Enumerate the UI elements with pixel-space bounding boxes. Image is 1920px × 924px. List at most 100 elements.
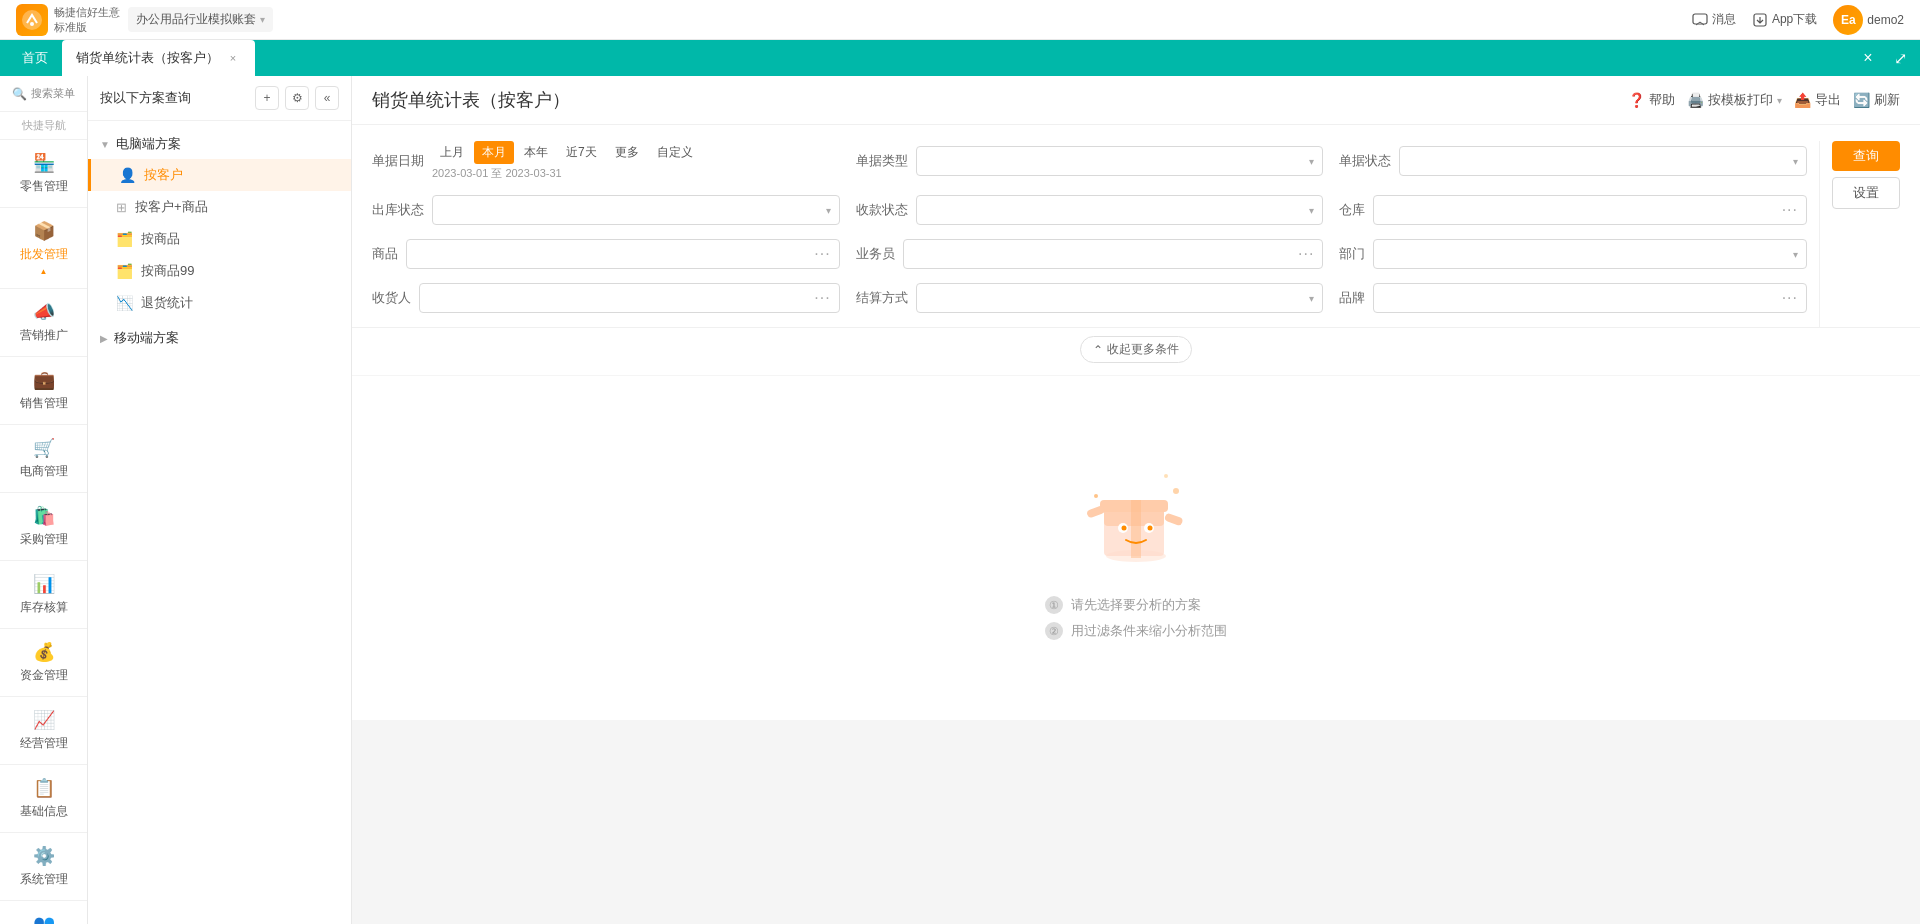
tab-close-icon[interactable]: ×: [225, 50, 241, 66]
brand-input[interactable]: ···: [1373, 283, 1807, 313]
print-label: 按模板打印: [1708, 91, 1773, 109]
export-button[interactable]: 📤 导出: [1794, 91, 1841, 109]
out-status-field: 出库状态 ▾: [372, 195, 840, 225]
date-tab-last-month[interactable]: 上月: [432, 141, 472, 164]
app-download-button[interactable]: App下载: [1752, 11, 1817, 28]
message-icon: [1692, 12, 1708, 28]
query-section: 单据日期 上月 本月 本年 近7天 更多 自定义: [352, 125, 1920, 327]
salesperson-input[interactable]: ···: [903, 239, 1324, 269]
tab-close-button[interactable]: ×: [1856, 46, 1880, 70]
help-button[interactable]: ❓ 帮助: [1628, 91, 1675, 109]
sidebar-retail-label: 零售管理: [20, 178, 68, 195]
refresh-label: 刷新: [1874, 91, 1900, 109]
date-tab-custom[interactable]: 自定义: [649, 141, 701, 164]
tree-group-desktop-label: 电脑端方案: [116, 135, 181, 153]
date-tab-this-year[interactable]: 本年: [516, 141, 556, 164]
settlement-input[interactable]: ▾: [916, 283, 1324, 313]
message-button[interactable]: 消息: [1692, 11, 1736, 28]
tab-home[interactable]: 首页: [8, 40, 62, 76]
tree-item-by-customer[interactable]: 👤 按客户: [88, 159, 351, 191]
receiver-input[interactable]: ···: [419, 283, 840, 313]
sidebar-item-ecommerce[interactable]: 🛒 电商管理: [0, 425, 87, 493]
tree-group-mobile-header[interactable]: ▶ 移动端方案: [88, 323, 351, 353]
out-status-input[interactable]: ▾: [432, 195, 840, 225]
salesperson-label: 业务员: [856, 245, 895, 263]
tree-group-mobile: ▶ 移动端方案: [88, 323, 351, 353]
download-icon: [1752, 12, 1768, 28]
query-row-4: 收货人 ··· 结算方式 ▾: [372, 283, 1807, 313]
sidebar-sales-label: 销售管理: [20, 395, 68, 412]
date-tab-more[interactable]: 更多: [607, 141, 647, 164]
receipt-status-input[interactable]: ▾: [916, 195, 1324, 225]
filter-tree: ▼ 电脑端方案 👤 按客户 ⊞ 按客户+商品 🗂️ 按商品: [88, 121, 351, 365]
receipt-status-field: 收款状态 ▾: [856, 195, 1324, 225]
doc-status-input[interactable]: ▾: [1399, 146, 1807, 176]
sidebar: 🔍 搜索菜单 快捷导航 🏪 零售管理 📦 批发管理 ▲ 📣 营销推广 💼 销售管…: [0, 76, 88, 924]
refresh-button[interactable]: 🔄 刷新: [1853, 91, 1900, 109]
sidebar-item-basic[interactable]: 📋 基础信息: [0, 765, 87, 833]
sidebar-item-inventory[interactable]: 📊 库存核算: [0, 561, 87, 629]
search-label: 搜索菜单: [31, 86, 75, 101]
settings-scheme-button[interactable]: ⚙: [285, 86, 309, 110]
sidebar-system-label: 系统管理: [20, 871, 68, 888]
sidebar-item-enterprise[interactable]: 👥 企业协同: [0, 901, 87, 924]
sidebar-item-wholesale[interactable]: 📦 批发管理 ▲: [0, 208, 87, 289]
query-fields: 单据日期 上月 本月 本年 近7天 更多 自定义: [372, 141, 1807, 327]
logo-text: 畅捷信好生意 标准版: [54, 5, 120, 34]
tree-item-by-goods99[interactable]: 🗂️ 按商品99: [88, 255, 351, 287]
dept-arrow-icon: ▾: [1793, 249, 1798, 260]
svg-point-16: [1173, 488, 1179, 494]
sidebar-item-sales[interactable]: 💼 销售管理: [0, 357, 87, 425]
query-button[interactable]: 查询: [1832, 141, 1900, 171]
industry-selector[interactable]: 办公用品行业模拟账套 ▾: [128, 7, 273, 32]
add-scheme-button[interactable]: +: [255, 86, 279, 110]
sidebar-item-system[interactable]: ⚙️ 系统管理: [0, 833, 87, 901]
user-profile[interactable]: Ea demo2: [1833, 5, 1904, 35]
warehouse-input[interactable]: ···: [1373, 195, 1807, 225]
logo-area: 畅捷信好生意 标准版: [16, 4, 120, 36]
tree-item-by-goods-label: 按商品: [141, 230, 180, 248]
tree-group-desktop: ▼ 电脑端方案 👤 按客户 ⊞ 按客户+商品 🗂️ 按商品: [88, 129, 351, 319]
date-tab-7days[interactable]: 近7天: [558, 141, 605, 164]
goods-field: 商品 ···: [372, 239, 840, 269]
svg-point-11: [1122, 526, 1127, 531]
settings-button[interactable]: 设置: [1832, 177, 1900, 209]
print-button[interactable]: 🖨️ 按模板打印 ▾: [1687, 91, 1782, 109]
page-actions: ❓ 帮助 🖨️ 按模板打印 ▾ 📤 导出 🔄 刷新: [1628, 91, 1900, 109]
sidebar-item-purchase[interactable]: 🛍️ 采购管理: [0, 493, 87, 561]
customer-scheme-icon: 👤: [119, 167, 136, 183]
tree-item-by-customer-goods[interactable]: ⊞ 按客户+商品: [88, 191, 351, 223]
tree-item-by-goods[interactable]: 🗂️ 按商品: [88, 223, 351, 255]
date-tab-this-month[interactable]: 本月: [474, 141, 514, 164]
tab-expand-button[interactable]: ⤢: [1888, 46, 1912, 70]
sidebar-item-marketing[interactable]: 📣 营销推广: [0, 289, 87, 357]
collapse-button[interactable]: ⌃ 收起更多条件: [1080, 336, 1192, 363]
sidebar-search[interactable]: 🔍 搜索菜单: [0, 76, 87, 112]
main-layout: 🔍 搜索菜单 快捷导航 🏪 零售管理 📦 批发管理 ▲ 📣 营销推广 💼 销售管…: [0, 76, 1920, 924]
tree-item-return-stat[interactable]: 📉 退货统计: [88, 287, 351, 319]
salesperson-field: 业务员 ···: [856, 239, 1324, 269]
sidebar-inventory-label: 库存核算: [20, 599, 68, 616]
tree-group-desktop-header[interactable]: ▼ 电脑端方案: [88, 129, 351, 159]
sidebar-item-operations[interactable]: 📈 经营管理: [0, 697, 87, 765]
purchase-icon: 🛍️: [33, 505, 55, 527]
sidebar-item-retail[interactable]: 🏪 零售管理: [0, 140, 87, 208]
warehouse-dots-icon: ···: [1782, 201, 1798, 219]
sidebar-item-finance[interactable]: 💰 资金管理: [0, 629, 87, 697]
doc-status-arrow-icon: ▾: [1793, 156, 1798, 167]
svg-point-15: [1094, 494, 1098, 498]
tab-home-label: 首页: [22, 49, 48, 67]
empty-illustration: [1076, 456, 1196, 576]
svg-rect-8: [1131, 500, 1141, 558]
sidebar-quick-nav[interactable]: 快捷导航: [0, 112, 87, 140]
tab-sales-report[interactable]: 销货单统计表（按客户） ×: [62, 40, 255, 76]
filter-panel: 按以下方案查询 + ⚙ « ▼ 电脑端方案 👤 按客户: [88, 76, 352, 924]
doc-type-input[interactable]: ▾: [916, 146, 1324, 176]
dept-input[interactable]: ▾: [1373, 239, 1807, 269]
out-status-arrow-icon: ▾: [826, 205, 831, 216]
tab-bar-actions: × ⤢: [1856, 46, 1912, 70]
sidebar-wholesale-label: 批发管理: [20, 246, 68, 263]
top-header: 畅捷信好生意 标准版 办公用品行业模拟账套 ▾ 消息 App下载 Ea: [0, 0, 1920, 40]
goods-input[interactable]: ···: [406, 239, 840, 269]
collapse-panel-button[interactable]: «: [315, 86, 339, 110]
